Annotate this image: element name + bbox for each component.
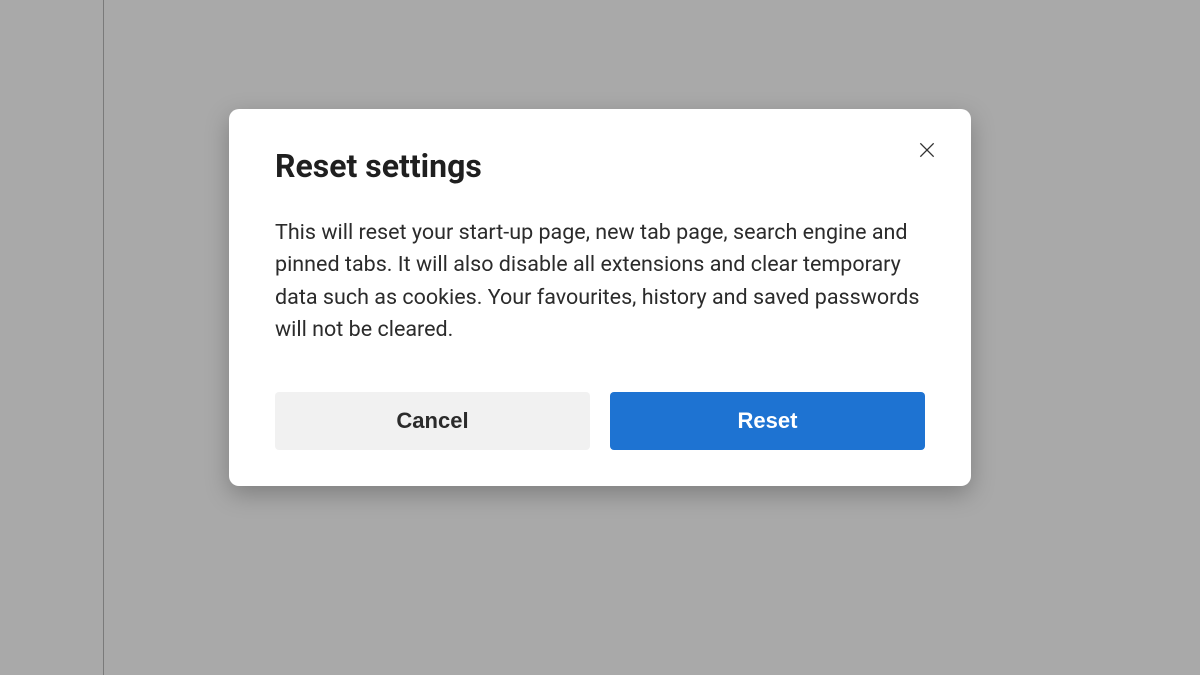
vertical-divider bbox=[103, 0, 104, 675]
cancel-button-label: Cancel bbox=[396, 408, 468, 434]
reset-button-label: Reset bbox=[738, 408, 798, 434]
reset-button[interactable]: Reset bbox=[610, 392, 925, 450]
close-icon bbox=[917, 140, 937, 163]
dialog-body: This will reset your start-up page, new … bbox=[275, 217, 925, 346]
cancel-button[interactable]: Cancel bbox=[275, 392, 590, 450]
dialog-button-row: Cancel Reset bbox=[275, 392, 925, 450]
reset-settings-dialog: Reset settings This will reset your star… bbox=[229, 109, 971, 486]
dialog-title: Reset settings bbox=[275, 147, 925, 185]
close-button[interactable] bbox=[911, 135, 943, 167]
